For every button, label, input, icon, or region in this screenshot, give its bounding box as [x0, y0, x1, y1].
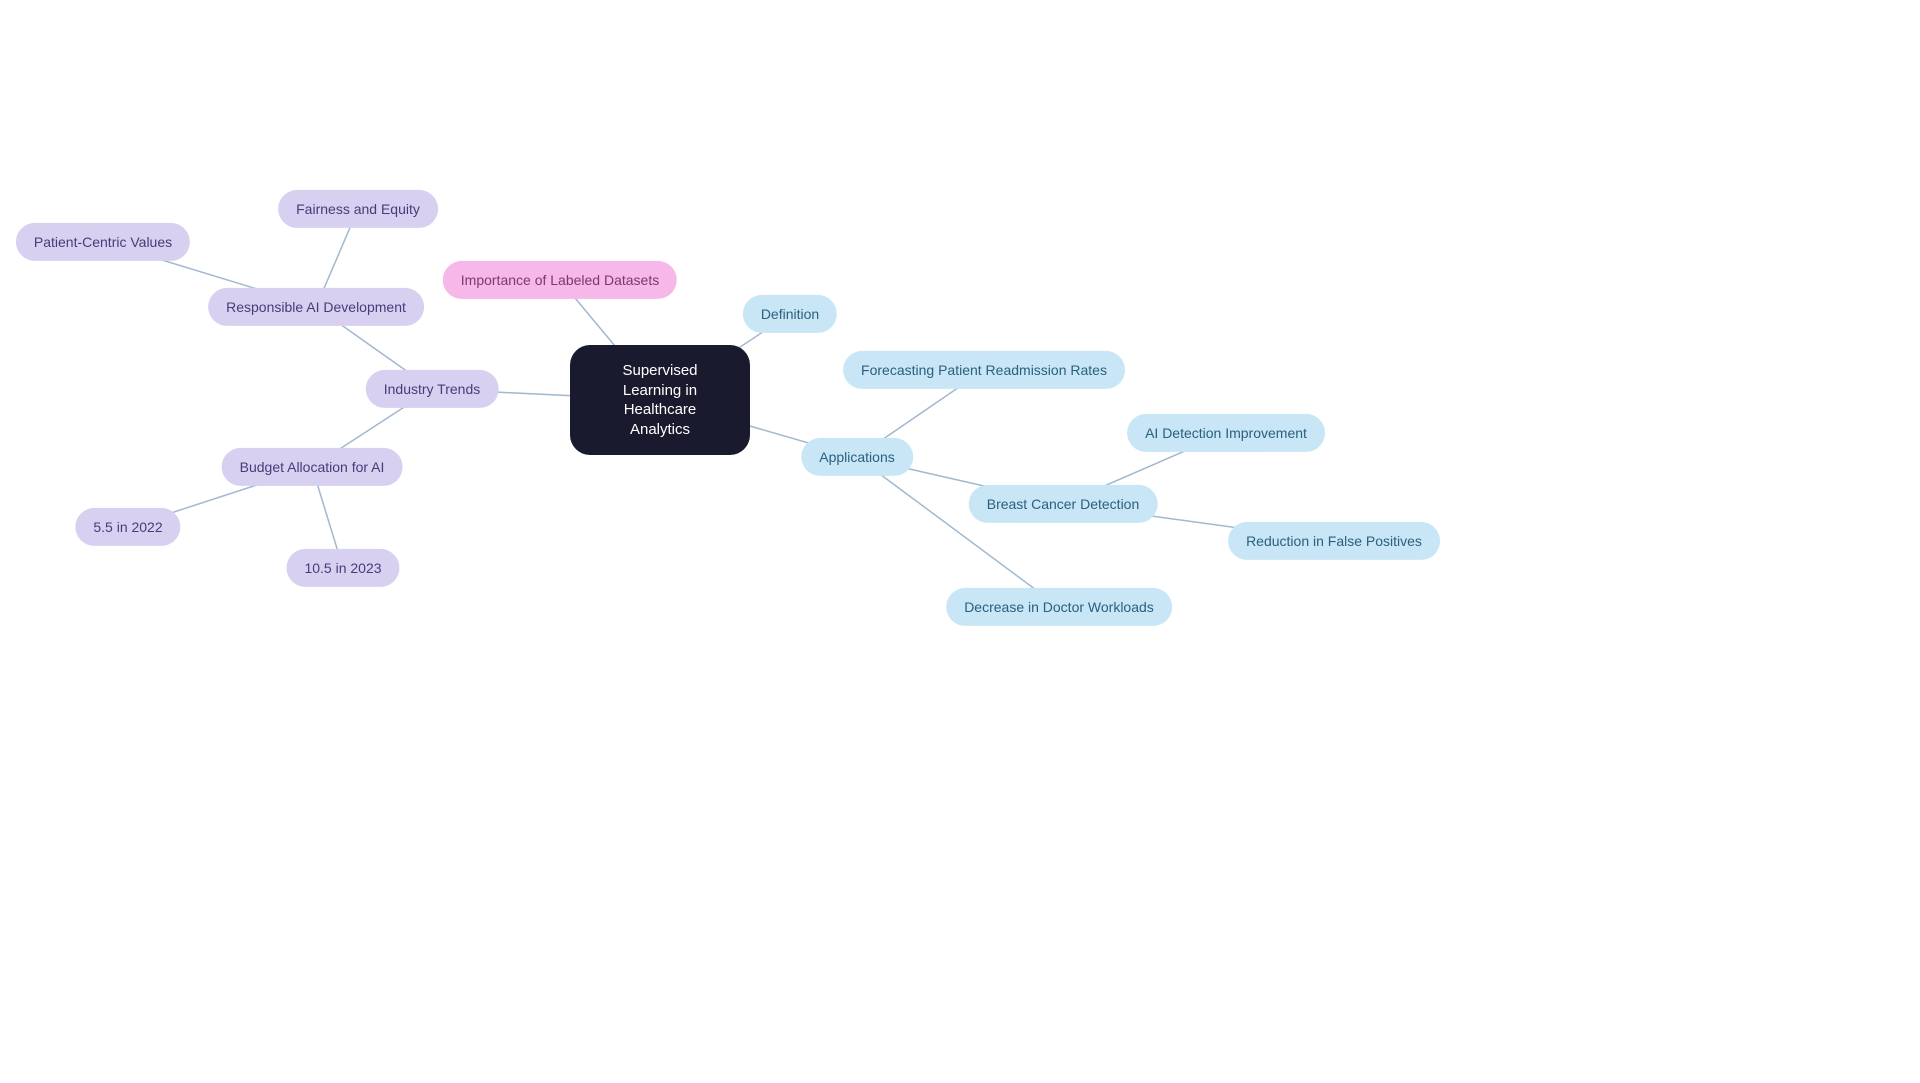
mind-map: Supervised Learning in Healthcare Analyt…: [0, 0, 1920, 1083]
node-fairness-equity[interactable]: Fairness and Equity: [278, 190, 438, 228]
node-importance-labeled[interactable]: Importance of Labeled Datasets: [443, 261, 677, 299]
center-node[interactable]: Supervised Learning in Healthcare Analyt…: [570, 345, 750, 455]
node-val-2023[interactable]: 10.5 in 2023: [286, 549, 399, 587]
node-forecasting[interactable]: Forecasting Patient Readmission Rates: [843, 351, 1125, 389]
node-breast-cancer[interactable]: Breast Cancer Detection: [969, 485, 1158, 523]
connections-svg: [0, 0, 1920, 1083]
node-responsible-ai[interactable]: Responsible AI Development: [208, 288, 424, 326]
node-ai-detection[interactable]: AI Detection Improvement: [1127, 414, 1325, 452]
node-definition[interactable]: Definition: [743, 295, 837, 333]
node-val-2022[interactable]: 5.5 in 2022: [75, 508, 180, 546]
node-decrease-workload[interactable]: Decrease in Doctor Workloads: [946, 588, 1172, 626]
node-industry-trends[interactable]: Industry Trends: [366, 370, 499, 408]
node-budget-allocation[interactable]: Budget Allocation for AI: [222, 448, 403, 486]
node-applications[interactable]: Applications: [801, 438, 913, 476]
node-patient-centric[interactable]: Patient-Centric Values: [16, 223, 190, 261]
node-reduction-false[interactable]: Reduction in False Positives: [1228, 522, 1440, 560]
